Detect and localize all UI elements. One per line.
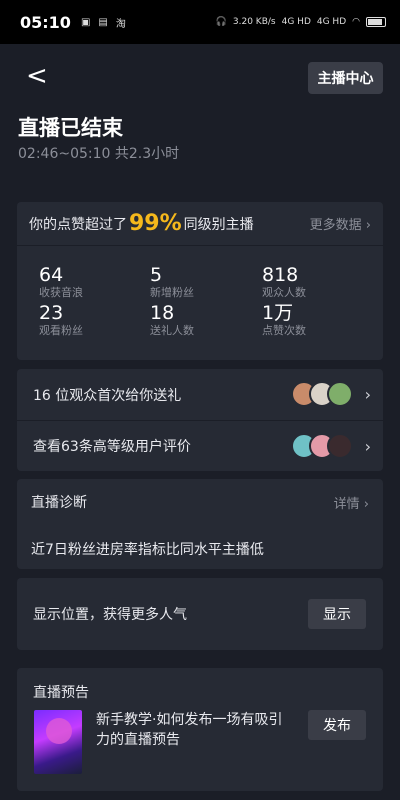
- details-label: 详情: [333, 496, 360, 512]
- stat-label: 收获音浪: [39, 286, 83, 299]
- first-gift-row[interactable]: 16 位观众首次给你送礼 ›: [17, 369, 383, 420]
- first-gift-text: 16 位观众首次给你送礼: [33, 387, 182, 404]
- stat-value: 818: [262, 264, 299, 286]
- headline-suffix: 同级别主播: [183, 216, 254, 233]
- stat-label: 点赞次数: [262, 324, 306, 337]
- avatar: [327, 381, 353, 407]
- wifi-icon: ◠: [352, 17, 360, 27]
- stat-item: 23 观看粉丝: [39, 302, 83, 338]
- stat-item: 818 观众人数: [262, 264, 306, 300]
- stat-item: 1万 点赞次数: [262, 302, 306, 338]
- preview-title: 直播预告: [33, 685, 89, 701]
- stat-value: 23: [39, 302, 64, 324]
- stat-value: 64: [39, 264, 64, 286]
- diagnosis-details-link[interactable]: 详情 ›: [334, 493, 369, 512]
- stat-item: 18 送礼人数: [150, 302, 194, 338]
- app-icon: ▣: [80, 16, 91, 28]
- diagnosis-title: 直播诊断: [31, 495, 87, 511]
- chevron-right-icon: ›: [364, 436, 371, 456]
- battery-icon: [366, 17, 386, 27]
- chevron-right-icon: ›: [364, 385, 371, 404]
- avatar: [327, 433, 353, 459]
- location-card: 显示位置，获得更多人气 显示: [17, 578, 383, 650]
- more-data-link[interactable]: 更多数据 ›: [310, 214, 371, 233]
- host-center-button[interactable]: 主播中心: [308, 62, 383, 94]
- reviews-row[interactable]: 查看63条高等级用户评价 ›: [17, 420, 383, 471]
- page-title: 直播已结束: [18, 116, 123, 140]
- stats-headline: 你的点赞超过了 99% 同级别主播 更多数据 ›: [17, 202, 383, 246]
- back-icon[interactable]: <: [26, 62, 50, 90]
- avatar-group: [291, 433, 353, 459]
- calendar-icon: ▤: [98, 16, 108, 28]
- thumbnail-graphic: [46, 718, 72, 744]
- diagnosis-card: 直播诊断 详情 › 近7日粉丝进房率指标比同水平主播低: [17, 479, 383, 569]
- signal-2: 4G HD: [316, 17, 347, 27]
- diagnosis-text: 近7日粉丝进房率指标比同水平主播低: [31, 542, 264, 558]
- stat-value: 18: [150, 302, 175, 324]
- stat-label: 观众人数: [262, 286, 306, 299]
- signal-1: 4G HD: [281, 17, 311, 27]
- show-location-button[interactable]: 显示: [308, 599, 366, 629]
- clock: 05:10: [20, 12, 71, 32]
- stat-value: 5: [150, 264, 163, 286]
- live-preview-card: 直播预告 新手教学·如何发布一场有吸引力的直播预告 发布: [17, 668, 383, 791]
- stat-label: 送礼人数: [150, 324, 194, 337]
- stats-card: 你的点赞超过了 99% 同级别主播 更多数据 › 64 收获音浪 5 新增粉丝 …: [17, 202, 383, 360]
- stat-item: 5 新增粉丝: [150, 264, 194, 300]
- taobao-icon: 淘: [115, 18, 126, 30]
- diagnosis-header: 直播诊断 详情 ›: [17, 479, 383, 525]
- location-text: 显示位置，获得更多人气: [33, 607, 187, 623]
- headline-prefix: 你的点赞超过了: [29, 216, 127, 233]
- stat-value: 1万: [262, 302, 294, 324]
- headphone-icon: 🎧: [215, 17, 227, 27]
- publish-button[interactable]: 发布: [308, 710, 366, 740]
- stat-label: 观看粉丝: [39, 324, 83, 337]
- preview-thumbnail[interactable]: [34, 710, 82, 774]
- more-data-label: 更多数据: [309, 218, 362, 233]
- reviews-text: 查看63条高等级用户评价: [33, 439, 191, 455]
- status-right: 🎧 3.20 KB/s 4G HD 4G HD ◠: [216, 17, 386, 27]
- gift-card: 16 位观众首次给你送礼 › 查看63条高等级用户评价 ›: [17, 369, 383, 471]
- avatar-group: [291, 381, 353, 407]
- preview-tutorial-text[interactable]: 新手教学·如何发布一场有吸引力的直播预告: [96, 710, 296, 750]
- net-speed: 3.20 KB/s: [232, 17, 276, 27]
- live-duration: 02:46~05:10 共2.3小时: [18, 146, 180, 162]
- stat-item: 64 收获音浪: [39, 264, 83, 300]
- headline-percent: 99%: [129, 211, 182, 236]
- status-bar: 05:10 ▣ ▤ 淘 🎧 3.20 KB/s 4G HD 4G HD ◠: [0, 0, 400, 44]
- stat-label: 新增粉丝: [150, 286, 194, 299]
